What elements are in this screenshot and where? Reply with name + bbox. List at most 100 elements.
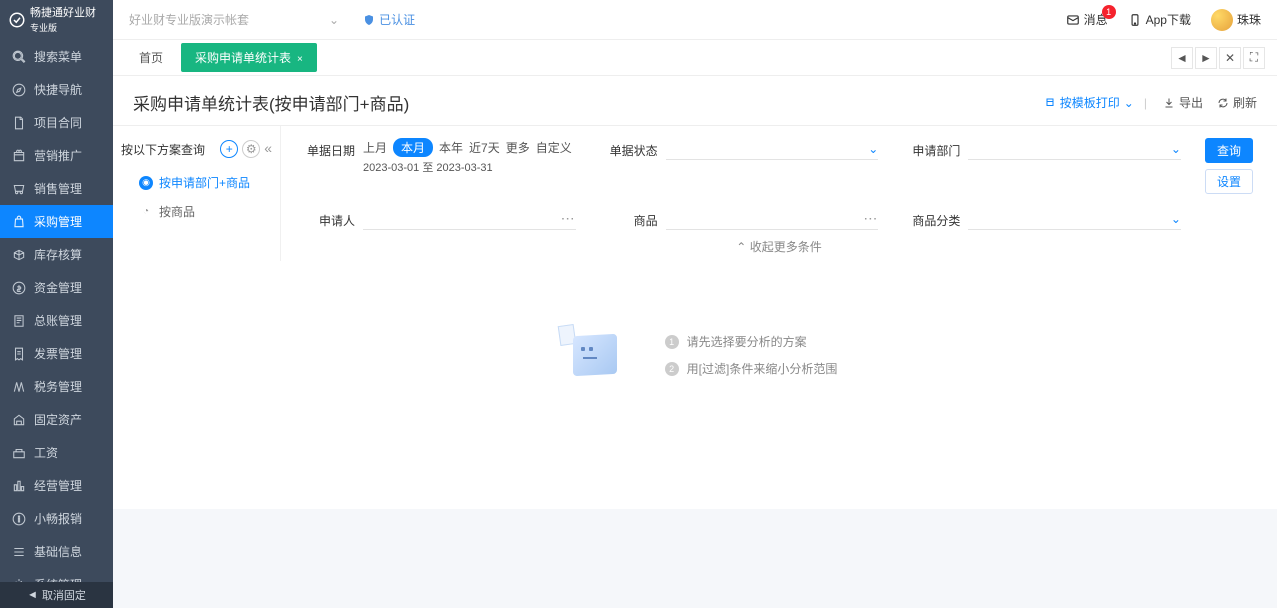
scheme-label: 按申请部门+商品 <box>159 174 250 191</box>
tab-1[interactable]: 采购申请单统计表 × <box>181 43 317 72</box>
refresh-button[interactable]: 刷新 <box>1217 94 1257 111</box>
date-chip-3[interactable]: 近7天 <box>469 139 500 156</box>
sidebar-item-1[interactable]: 快捷导航 <box>0 73 113 106</box>
scheme-item-0[interactable]: ◉ 按申请部门+商品 <box>121 168 272 197</box>
sidebar-item-label: 营销推广 <box>34 147 82 164</box>
logo-subtitle: 专业版 <box>30 21 96 34</box>
collapse-filters-button[interactable]: ⌃ 收起更多条件 <box>297 230 1261 261</box>
more-icon: ⋯ <box>561 210 576 227</box>
add-scheme-button[interactable]: + <box>220 140 238 158</box>
empty-state: 1请先选择要分析的方案 2用[过滤]条件来缩小分析范围 <box>113 261 1277 509</box>
scheme-item-1[interactable]: 按商品 <box>121 197 272 226</box>
date-chip-4[interactable]: 更多 <box>506 139 530 156</box>
cart-icon <box>12 182 26 196</box>
scheme-settings-button[interactable]: ⚙ <box>242 140 260 158</box>
date-chip-0[interactable]: 上月 <box>363 139 387 156</box>
chevron-down-icon: ⌄ <box>1124 96 1134 110</box>
sidebar-item-3[interactable]: 营销推广 <box>0 139 113 172</box>
file-icon <box>12 116 26 130</box>
sidebar-item-5[interactable]: 采购管理 <box>0 205 113 238</box>
tab-next[interactable]: ► <box>1195 47 1217 69</box>
date-chip-2[interactable]: 本年 <box>439 139 463 156</box>
print-button[interactable]: 按模板打印 ⌄ | <box>1044 94 1149 111</box>
sidebar-item-label: 发票管理 <box>34 345 82 362</box>
verify-text: 已认证 <box>379 11 415 28</box>
applicant-label: 申请人 <box>297 208 355 229</box>
base-icon <box>12 545 26 559</box>
search-icon <box>12 50 26 64</box>
filter-panel: 单据日期 上月本月本年近7天更多自定义 2023-03-01 至 2023-03… <box>281 126 1277 261</box>
scheme-label: 按商品 <box>159 203 195 220</box>
sidebar-item-label: 库存核算 <box>34 246 82 263</box>
sidebar-item-label: 资金管理 <box>34 279 82 296</box>
close-icon[interactable]: × <box>297 54 303 65</box>
target-icon: ◉ <box>139 176 153 190</box>
account-selector[interactable]: 好业财专业版演示帐套 ⌄ <box>129 11 339 28</box>
sidebar-item-0[interactable]: 搜索菜单 <box>0 40 113 73</box>
scheme-title: 按以下方案查询 <box>121 141 205 158</box>
clock-icon <box>139 205 153 219</box>
filter-product[interactable]: 商品 ⋯ <box>600 208 879 230</box>
sidebar-item-7[interactable]: 资金管理 <box>0 271 113 304</box>
compass-icon <box>12 83 26 97</box>
tab-0[interactable]: 首页 <box>125 43 177 72</box>
sidebar-item-10[interactable]: 税务管理 <box>0 370 113 403</box>
sidebar-item-label: 快捷导航 <box>34 81 82 98</box>
messages-button[interactable]: 消息 1 <box>1066 11 1108 28</box>
pin-icon: ◄ <box>27 589 38 601</box>
filter-dept[interactable]: 申请部门 ⌄ <box>902 138 1181 160</box>
sidebar-item-label: 固定资产 <box>34 411 82 428</box>
sidebar-item-label: 项目合同 <box>34 114 82 131</box>
sidebar-item-label: 基础信息 <box>34 543 82 560</box>
logo-title: 畅捷通好业财 <box>30 7 96 19</box>
tax-icon <box>12 380 26 394</box>
account-name: 好业财专业版演示帐套 <box>129 11 249 28</box>
collapse-scheme-button[interactable]: « <box>264 140 272 158</box>
top-header: 畅捷通好业财 专业版 好业财专业版演示帐套 ⌄ 已认证 消息 1 App下载 珠… <box>0 0 1277 40</box>
reimburse-icon <box>12 512 26 526</box>
sidebar-item-8[interactable]: 总账管理 <box>0 304 113 337</box>
refresh-icon <box>1217 97 1229 109</box>
tab-fullscreen[interactable]: ⛶ <box>1243 47 1265 69</box>
invoice-icon <box>12 347 26 361</box>
export-label: 导出 <box>1179 94 1203 111</box>
app-download-button[interactable]: App下载 <box>1128 11 1191 28</box>
tab-prev[interactable]: ◄ <box>1171 47 1193 69</box>
export-button[interactable]: 导出 <box>1163 94 1203 111</box>
message-icon <box>1066 13 1080 27</box>
sidebar-item-2[interactable]: 项目合同 <box>0 106 113 139</box>
settings-button[interactable]: 设置 <box>1205 169 1253 194</box>
sidebar-item-11[interactable]: 固定资产 <box>0 403 113 436</box>
sidebar-item-label: 采购管理 <box>34 213 82 230</box>
more-icon: ⋯ <box>863 210 878 227</box>
tab-label: 采购申请单统计表 <box>195 51 291 65</box>
date-chip-5[interactable]: 自定义 <box>536 139 572 156</box>
manage-icon <box>12 479 26 493</box>
category-label: 商品分类 <box>902 208 960 229</box>
sidebar-item-12[interactable]: 工资 <box>0 436 113 469</box>
sidebar-item-label: 销售管理 <box>34 180 82 197</box>
sidebar-item-6[interactable]: 库存核算 <box>0 238 113 271</box>
filter-applicant[interactable]: 申请人 ⋯ <box>297 208 576 230</box>
sidebar-unpin[interactable]: ◄取消固定 <box>0 582 113 608</box>
tab-close-all[interactable]: ✕ <box>1219 47 1241 69</box>
filter-status[interactable]: 单据状态 ⌄ <box>600 138 879 160</box>
app-label: App下载 <box>1146 11 1191 28</box>
date-label: 单据日期 <box>297 138 355 159</box>
user-menu[interactable]: 珠珠 <box>1211 9 1261 31</box>
sidebar-item-label: 经营管理 <box>34 477 82 494</box>
filter-date: 单据日期 上月本月本年近7天更多自定义 2023-03-01 至 2023-03… <box>297 138 576 175</box>
filter-category[interactable]: 商品分类 ⌄ <box>902 208 1181 230</box>
sidebar-item-13[interactable]: 经营管理 <box>0 469 113 502</box>
sidebar-item-4[interactable]: 销售管理 <box>0 172 113 205</box>
date-chip-1[interactable]: 本月 <box>393 138 433 157</box>
sidebar-item-14[interactable]: 小畅报销 <box>0 502 113 535</box>
sidebar-item-9[interactable]: 发票管理 <box>0 337 113 370</box>
print-icon <box>1044 97 1056 109</box>
logo-icon <box>8 11 26 29</box>
refresh-label: 刷新 <box>1233 94 1257 111</box>
chevron-down-icon: ⌄ <box>329 13 339 27</box>
sidebar-item-15[interactable]: 基础信息 <box>0 535 113 568</box>
query-button[interactable]: 查询 <box>1205 138 1253 163</box>
empty-illustration <box>553 321 637 389</box>
